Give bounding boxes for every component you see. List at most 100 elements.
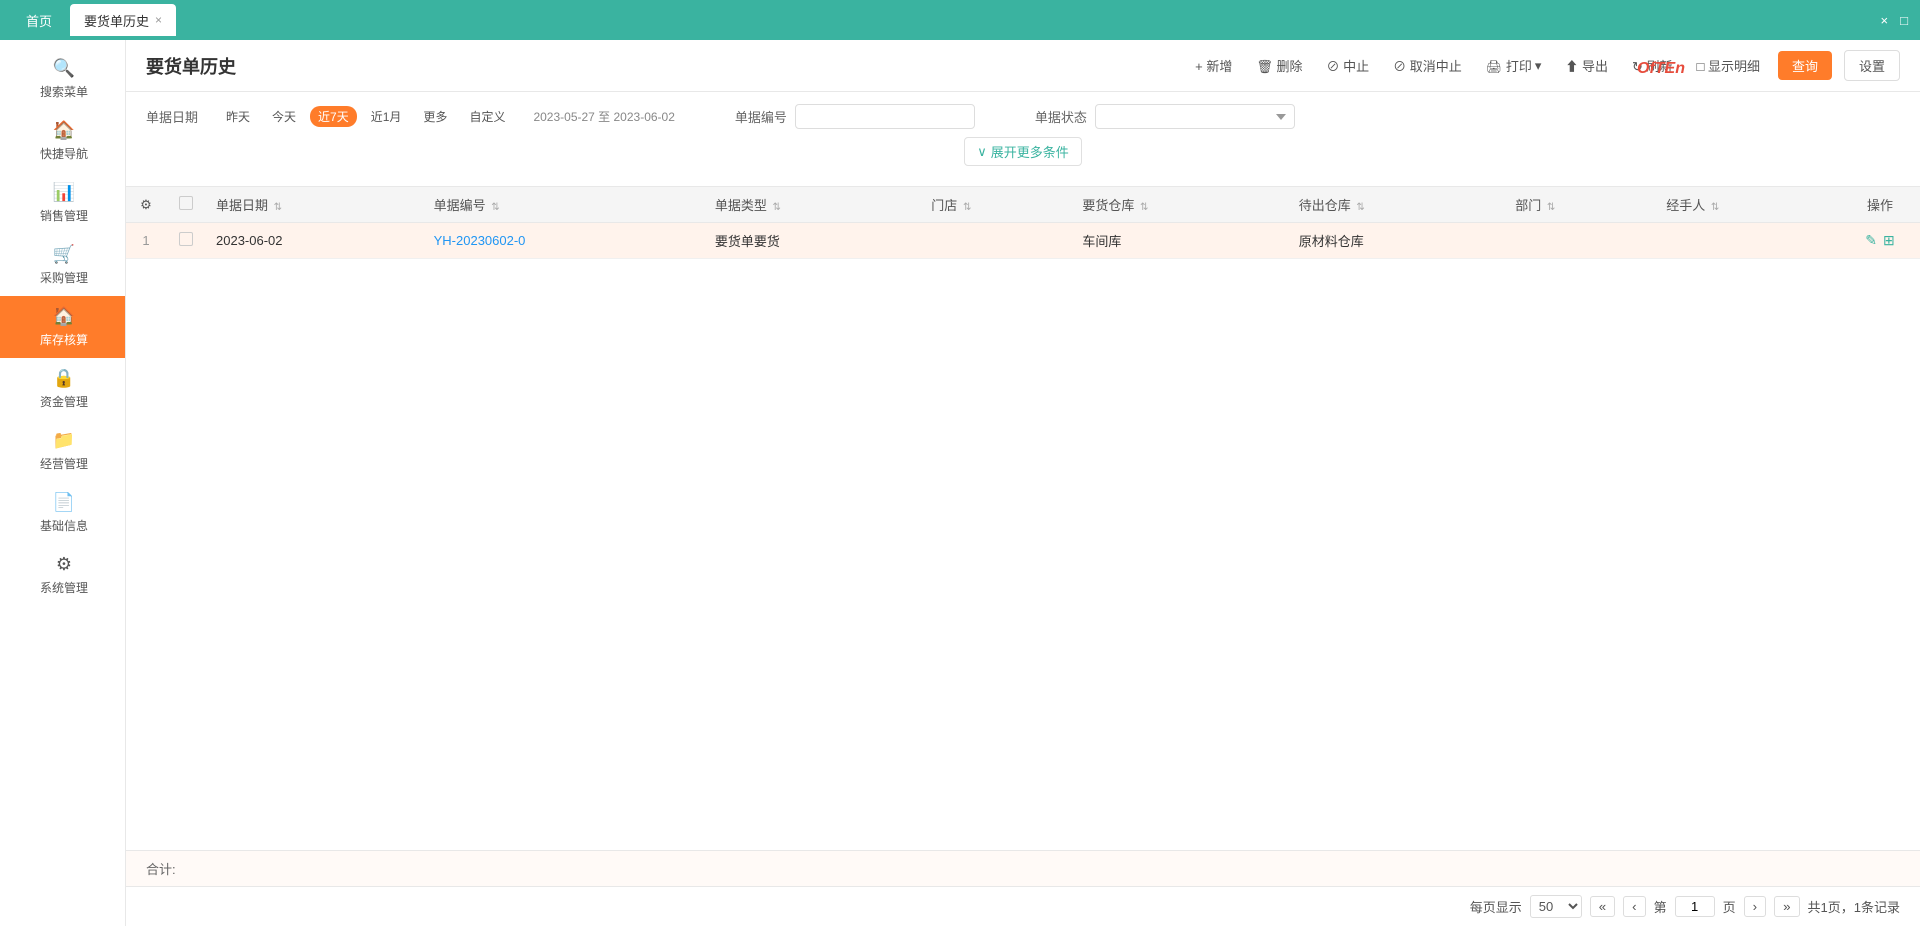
sidebar-item-system[interactable]: ⚙ 系统管理	[0, 544, 125, 606]
col-type[interactable]: 单据类型 ⇅	[705, 187, 921, 223]
sort-dept-icon: ⇅	[1547, 202, 1555, 213]
tab-home[interactable]: 首页	[12, 4, 66, 36]
table-footer: 合计:	[126, 850, 1920, 886]
sidebar-item-inventory[interactable]: 🏠 库存核算	[0, 296, 125, 358]
close-tab-icon[interactable]: ×	[155, 13, 162, 27]
col-checkbox[interactable]	[166, 187, 206, 223]
order-no-label: 单据编号	[735, 107, 787, 126]
delete-button[interactable]: 🗑 删除	[1250, 52, 1308, 79]
window-maximize-icon[interactable]: □	[1900, 13, 1908, 28]
select-all-checkbox[interactable]	[179, 196, 193, 210]
display-detail-button[interactable]: □ 显示明细	[1691, 52, 1766, 79]
row-dept	[1505, 223, 1656, 259]
data-table: ⚙ 单据日期 ⇅ 单据编号 ⇅ 单据类型	[126, 187, 1920, 259]
row-checkbox[interactable]	[166, 223, 206, 259]
col-pending-warehouse[interactable]: 待出仓库 ⇅	[1289, 187, 1505, 223]
export-button[interactable]: ⬆ 导出	[1559, 52, 1614, 79]
page-label-before: 第	[1654, 897, 1667, 916]
settings-button[interactable]: 设置	[1844, 50, 1900, 81]
sort-pending-wh-icon: ⇅	[1356, 202, 1364, 213]
per-page-select[interactable]: 50 10 20 100	[1530, 895, 1582, 918]
page-input[interactable]	[1675, 896, 1715, 917]
sort-handler-icon: ⇅	[1711, 202, 1719, 213]
detail-icon[interactable]: ⊞	[1883, 232, 1895, 249]
document-icon: 📄	[53, 492, 75, 513]
sort-req-wh-icon: ⇅	[1140, 202, 1148, 213]
shortcut-more[interactable]: 更多	[415, 106, 455, 127]
status-filter-group: 单据状态	[1035, 104, 1295, 129]
shortcut-today[interactable]: 今天	[264, 106, 304, 127]
sort-type-icon: ⇅	[773, 202, 781, 213]
row-action: ✎ ⊞	[1840, 223, 1920, 259]
col-date[interactable]: 单据日期 ⇅	[206, 187, 424, 223]
row-no[interactable]: YH-20230602-0	[424, 223, 705, 259]
status-label: 单据状态	[1035, 107, 1087, 126]
new-button[interactable]: + 新增	[1189, 52, 1238, 79]
col-no[interactable]: 单据编号 ⇅	[424, 187, 705, 223]
content-area: 要货单历史 + 新增 🗑 删除 ⊘ 中止 ⊘ 取消中止 🖨 打印 ▾	[126, 40, 1920, 926]
row-pending-warehouse: 原材料仓库	[1289, 223, 1505, 259]
tab-order-history[interactable]: 要货单历史 ×	[70, 4, 176, 36]
stop-button[interactable]: ⊘ 中止	[1320, 52, 1375, 79]
often-badge: OfTEn	[1637, 60, 1685, 78]
last-page-button[interactable]: »	[1774, 896, 1799, 917]
sidebar-item-search[interactable]: 🔍 搜索菜单	[0, 48, 125, 110]
table-header-row: ⚙ 单据日期 ⇅ 单据编号 ⇅ 单据类型	[126, 187, 1920, 223]
main-layout: 🔍 搜索菜单 🏠 快捷导航 📊 销售管理 🛒 采购管理 🏠 库存核算 🔒 资金管…	[0, 40, 1920, 926]
top-bar: 首页 要货单历史 × × □	[0, 0, 1920, 40]
page-title: 要货单历史	[146, 53, 236, 79]
order-no-link[interactable]: YH-20230602-0	[434, 233, 526, 248]
table-row: 1 2023-06-02 YH-20230602-0 要货单要货 车间库 原材料…	[126, 223, 1920, 259]
page-label-after: 页	[1723, 897, 1736, 916]
col-req-warehouse[interactable]: 要货仓库 ⇅	[1072, 187, 1288, 223]
sidebar-item-finance[interactable]: 🔒 资金管理	[0, 358, 125, 420]
col-settings[interactable]: ⚙	[126, 187, 166, 223]
toolbar: + 新增 🗑 删除 ⊘ 中止 ⊘ 取消中止 🖨 打印 ▾ ⬆ 导出	[1189, 50, 1900, 81]
row-handler	[1656, 223, 1840, 259]
row-select-checkbox[interactable]	[179, 232, 193, 246]
window-close-icon[interactable]: ×	[1881, 13, 1889, 28]
home-icon: 🏠	[53, 120, 75, 141]
shortcut-custom[interactable]: 自定义	[461, 106, 513, 127]
search-icon: 🔍	[53, 58, 75, 79]
sidebar-item-purchase[interactable]: 🛒 采购管理	[0, 234, 125, 296]
shortcut-yesterday[interactable]: 昨天	[218, 106, 258, 127]
query-button[interactable]: 查询	[1778, 51, 1832, 80]
next-page-button[interactable]: ›	[1744, 896, 1766, 917]
sidebar-item-sales[interactable]: 📊 销售管理	[0, 172, 125, 234]
shortcut-last1month[interactable]: 近1月	[363, 106, 410, 127]
col-handler[interactable]: 经手人 ⇅	[1656, 187, 1840, 223]
cancel-stop-button[interactable]: ⊘ 取消中止	[1387, 52, 1468, 79]
lock-icon: 🔒	[53, 368, 75, 389]
shortcut-last7days[interactable]: 近7天	[310, 106, 357, 127]
first-page-button[interactable]: «	[1590, 896, 1615, 917]
gear-icon: ⚙	[56, 554, 72, 575]
date-filter-label: 单据日期	[146, 107, 198, 126]
edit-icon[interactable]: ✎	[1865, 232, 1877, 249]
chart-icon: 📊	[53, 182, 75, 203]
row-date: 2023-06-02	[206, 223, 424, 259]
date-shortcuts: 昨天 今天 近7天 近1月 更多 自定义	[218, 106, 513, 127]
col-dept[interactable]: 部门 ⇅	[1505, 187, 1656, 223]
table-area: ⚙ 单据日期 ⇅ 单据编号 ⇅ 单据类型	[126, 187, 1920, 850]
sidebar-item-quick-nav[interactable]: 🏠 快捷导航	[0, 110, 125, 172]
print-button[interactable]: 🖨 打印 ▾	[1480, 52, 1548, 79]
pagination-summary: 共1页，1条记录	[1808, 897, 1900, 916]
folder-icon: 📁	[53, 430, 75, 451]
order-no-input[interactable]	[795, 104, 975, 129]
sidebar-item-operations[interactable]: 📁 经营管理	[0, 420, 125, 482]
sidebar: 🔍 搜索菜单 🏠 快捷导航 📊 销售管理 🛒 采购管理 🏠 库存核算 🔒 资金管…	[0, 40, 126, 926]
row-num: 1	[126, 223, 166, 259]
col-action: 操作	[1840, 187, 1920, 223]
col-store[interactable]: 门店 ⇅	[921, 187, 1072, 223]
chevron-down-icon: ∨	[977, 144, 987, 160]
row-type: 要货单要货	[705, 223, 921, 259]
sidebar-item-basic-info[interactable]: 📄 基础信息	[0, 482, 125, 544]
status-select[interactable]	[1095, 104, 1295, 129]
sort-date-icon: ⇅	[274, 202, 282, 213]
prev-page-button[interactable]: ‹	[1623, 896, 1645, 917]
expand-filter-button[interactable]: ∨ 展开更多条件	[964, 137, 1082, 166]
row-store	[921, 223, 1072, 259]
filter-area: 单据日期 昨天 今天 近7天 近1月 更多 自定义 2023-05-27 至 2…	[126, 92, 1920, 187]
row-req-warehouse: 车间库	[1072, 223, 1288, 259]
